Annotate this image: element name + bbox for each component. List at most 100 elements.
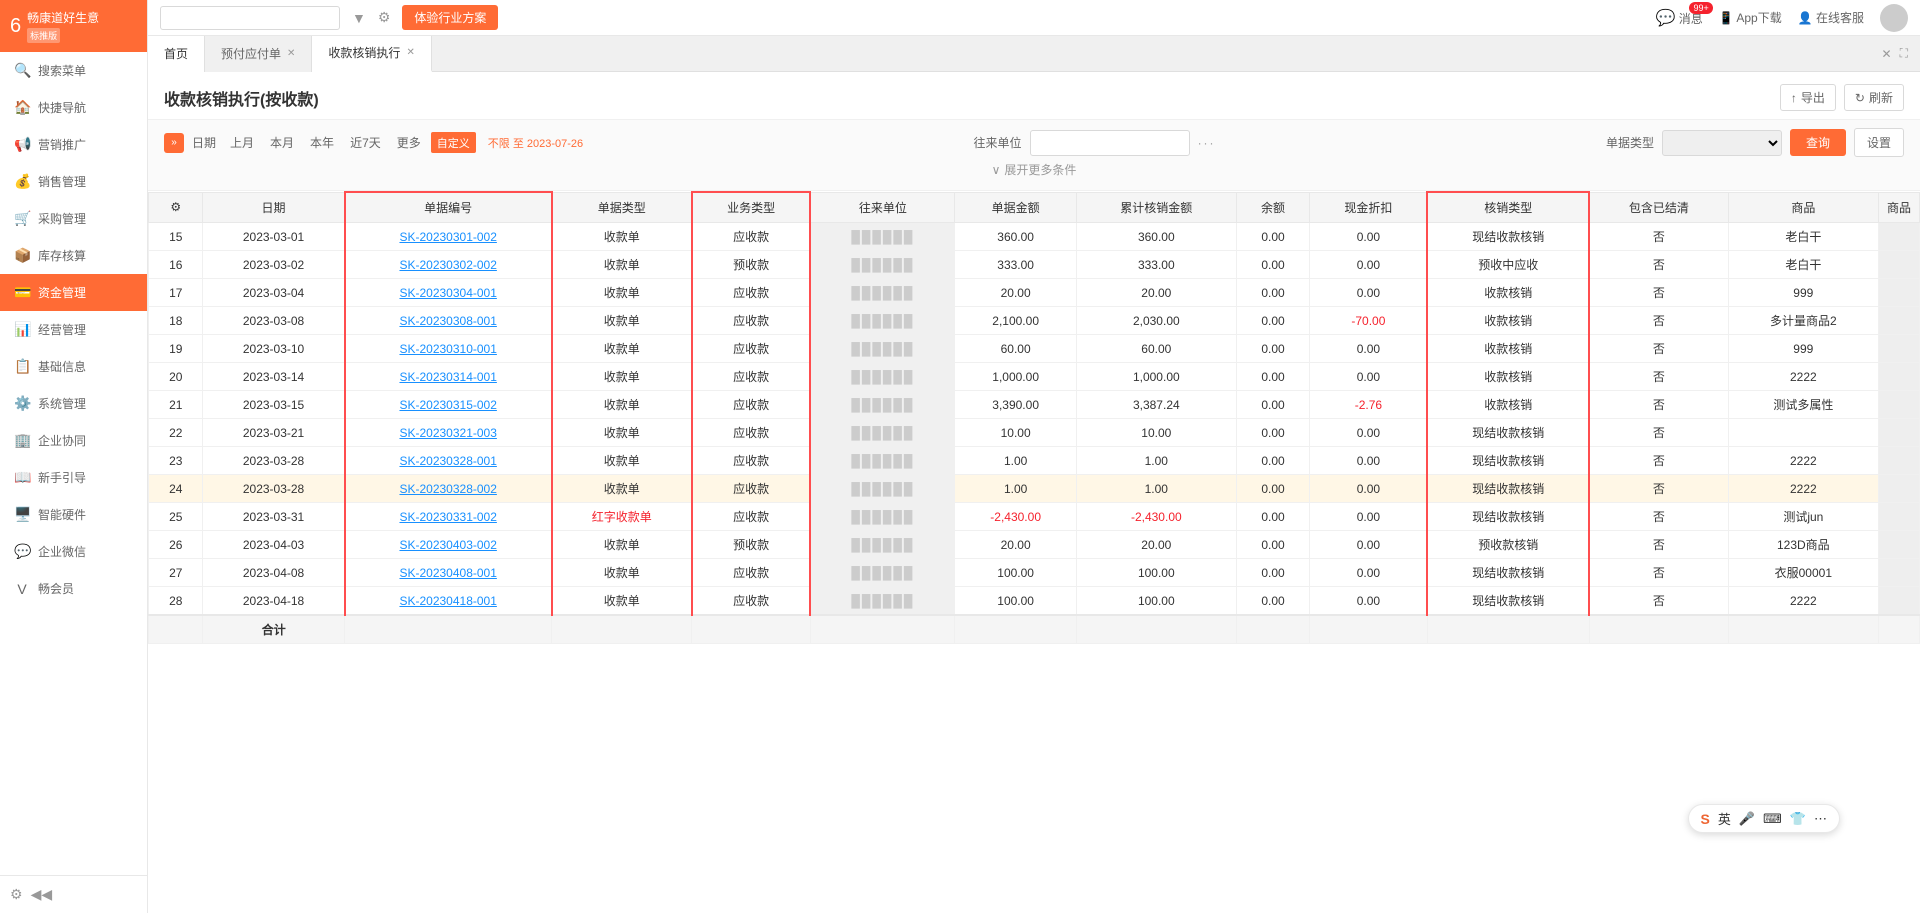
online-service-button[interactable]: 👤 在线客服 [1798, 9, 1864, 26]
doc-num-link[interactable]: SK-20230301-002 [399, 230, 496, 244]
ime-mic-icon[interactable]: 🎤 [1739, 811, 1755, 827]
sidebar-item-marketing[interactable]: 📢 营销推广 [0, 126, 147, 163]
tab-close-all-icon[interactable]: ✕ [1882, 47, 1892, 61]
tab-collection-cancel[interactable]: 收款核销执行 ✕ [312, 36, 431, 72]
dropdown-chevron-icon[interactable]: ▼ [352, 10, 366, 26]
cell-doc-num[interactable]: SK-20230308-001 [345, 307, 552, 335]
col-header-product[interactable]: 商品 [1728, 192, 1878, 223]
cell-doc-num[interactable]: SK-20230403-002 [345, 531, 552, 559]
doc-num-link[interactable]: SK-20230403-002 [399, 538, 496, 552]
sidebar-item-member[interactable]: V 畅会员 [0, 570, 147, 607]
doc-type-select[interactable] [1662, 130, 1782, 156]
main-area: ▼ ⚙ 体验行业方案 💬 99+ 消息 📱 App下载 👤 在线客服 首页 预付… [148, 0, 1920, 913]
doc-num-link[interactable]: SK-20230310-001 [399, 342, 496, 356]
sidebar-item-hardware[interactable]: 🖥️ 智能硬件 [0, 496, 147, 533]
messages-button[interactable]: 💬 99+ 消息 [1655, 8, 1702, 28]
table-row: 232023-03-28SK-20230328-001收款单应收款██████1… [149, 447, 1920, 475]
doc-num-link[interactable]: SK-20230315-002 [399, 398, 496, 412]
tab-pre-payment[interactable]: 预付应付单 ✕ [205, 36, 312, 72]
cell-doc-num[interactable]: SK-20230302-002 [345, 251, 552, 279]
col-header-date[interactable]: 日期 [203, 192, 345, 223]
doc-num-link[interactable]: SK-20230314-001 [399, 370, 496, 384]
topbar-gear-icon[interactable]: ⚙ [378, 9, 391, 26]
tab-expand-icon[interactable]: ⛶ [1900, 46, 1908, 61]
settings-bottom-icon[interactable]: ⚙ [10, 886, 23, 903]
cell-doc-num[interactable]: SK-20230315-002 [345, 391, 552, 419]
col-header-cumulative-cancel[interactable]: 累计核销金额 [1076, 192, 1236, 223]
footer-cell [1878, 615, 1919, 644]
tab-home[interactable]: 首页 [148, 36, 205, 72]
export-button[interactable]: ↑ 导出 [1780, 84, 1836, 111]
col-header-cancel-type[interactable]: 核销类型 [1427, 192, 1589, 223]
sidebar-item-quick-nav[interactable]: 🏠 快捷导航 [0, 89, 147, 126]
collapse-icon[interactable]: ◀◀ [31, 886, 53, 903]
doc-num-link[interactable]: SK-20230304-001 [399, 286, 496, 300]
this-year-button[interactable]: 本年 [304, 132, 340, 153]
doc-num-link[interactable]: SK-20230408-001 [399, 566, 496, 580]
custom-date-button[interactable]: 自定义 [431, 132, 476, 153]
doc-num-link[interactable]: SK-20230302-002 [399, 258, 496, 272]
cell-doc-num[interactable]: SK-20230328-002 [345, 475, 552, 503]
cell-doc-num[interactable]: SK-20230321-003 [345, 419, 552, 447]
ime-keyboard-icon[interactable]: ⌨ [1763, 811, 1782, 827]
col-header-biz-type[interactable]: 业务类型 [692, 192, 811, 223]
col-header-doc-num[interactable]: 单据编号 [345, 192, 552, 223]
cell-doc-num[interactable]: SK-20230304-001 [345, 279, 552, 307]
cell-doc-num[interactable]: SK-20230408-001 [345, 559, 552, 587]
app-download-button[interactable]: 📱 App下载 [1719, 9, 1782, 26]
cell-doc-num[interactable]: SK-20230314-001 [345, 363, 552, 391]
cell-doc-num[interactable]: SK-20230418-001 [345, 587, 552, 616]
col-header-doc-type[interactable]: 单据类型 [552, 192, 692, 223]
col-header-include-settled[interactable]: 包含已结清 [1589, 192, 1728, 223]
sidebar-item-inventory[interactable]: 📦 库存核算 [0, 237, 147, 274]
sidebar-item-operations[interactable]: 📊 经营管理 [0, 311, 147, 348]
doc-num-link[interactable]: SK-20230321-003 [399, 426, 496, 440]
tab-pre-payment-close-icon[interactable]: ✕ [287, 48, 295, 59]
logo-icon: 6 [10, 15, 21, 38]
refresh-button[interactable]: ↻ 刷新 [1844, 84, 1904, 111]
cell-doc-num[interactable]: SK-20230310-001 [345, 335, 552, 363]
search-input[interactable] [160, 6, 340, 30]
cell-doc-num[interactable]: SK-20230301-002 [345, 223, 552, 251]
col-header-balance[interactable]: 余额 [1236, 192, 1310, 223]
settings-button[interactable]: 设置 [1854, 128, 1904, 157]
user-avatar[interactable] [1880, 4, 1908, 32]
sidebar-item-search[interactable]: 🔍 搜索菜单 [0, 52, 147, 89]
cell-doc-num[interactable]: SK-20230331-002 [345, 503, 552, 531]
query-button[interactable]: 查询 [1790, 129, 1846, 156]
sidebar-item-basic[interactable]: 📋 基础信息 [0, 348, 147, 385]
doc-num-link[interactable]: SK-20230331-002 [399, 510, 496, 524]
sidebar-item-wechat[interactable]: 💬 企业微信 [0, 533, 147, 570]
doc-num-link[interactable]: SK-20230328-002 [399, 482, 496, 496]
sidebar-item-guide[interactable]: 📖 新手引导 [0, 459, 147, 496]
doc-num-link[interactable]: SK-20230308-001 [399, 314, 496, 328]
doc-num-link[interactable]: SK-20230328-001 [399, 454, 496, 468]
col-header-gear[interactable]: ⚙ [149, 192, 203, 223]
sidebar-item-finance[interactable]: 💳 资金管理 [0, 274, 147, 311]
last-month-button[interactable]: 上月 [224, 132, 260, 153]
filter-collapse-button[interactable]: » [164, 133, 184, 153]
sidebar-item-corp[interactable]: 🏢 企业协同 [0, 422, 147, 459]
cell-doc-num[interactable]: SK-20230328-001 [345, 447, 552, 475]
industry-solution-button[interactable]: 体验行业方案 [402, 5, 498, 30]
last-7-days-button[interactable]: 近7天 [344, 132, 387, 153]
ime-shirt-icon[interactable]: 👕 [1790, 811, 1806, 827]
col-header-doc-amount[interactable]: 单据金额 [955, 192, 1077, 223]
cell-biz-type: 预收款 [692, 531, 811, 559]
col-header-product2[interactable]: 商品 [1878, 192, 1919, 223]
expand-more-conditions[interactable]: ∨ 展开更多条件 [164, 157, 1904, 182]
col-header-cash-discount[interactable]: 现金折扣 [1310, 192, 1428, 223]
counterparty-input[interactable] [1030, 130, 1190, 156]
this-month-button[interactable]: 本月 [264, 132, 300, 153]
col-header-counterparty[interactable]: 往来单位 [810, 192, 955, 223]
ime-text-mode[interactable]: 英 [1718, 809, 1731, 828]
sidebar-item-sales[interactable]: 💰 销售管理 [0, 163, 147, 200]
cell-no: 27 [149, 559, 203, 587]
tab-collection-cancel-close-icon[interactable]: ✕ [406, 47, 414, 58]
sidebar-item-system[interactable]: ⚙️ 系统管理 [0, 385, 147, 422]
doc-num-link[interactable]: SK-20230418-001 [399, 594, 496, 608]
sidebar-item-purchase[interactable]: 🛒 采购管理 [0, 200, 147, 237]
more-date-button[interactable]: 更多 [391, 132, 427, 153]
cell-cumulative-cancel: 20.00 [1076, 531, 1236, 559]
ime-more-icon[interactable]: ⋯ [1814, 811, 1827, 827]
